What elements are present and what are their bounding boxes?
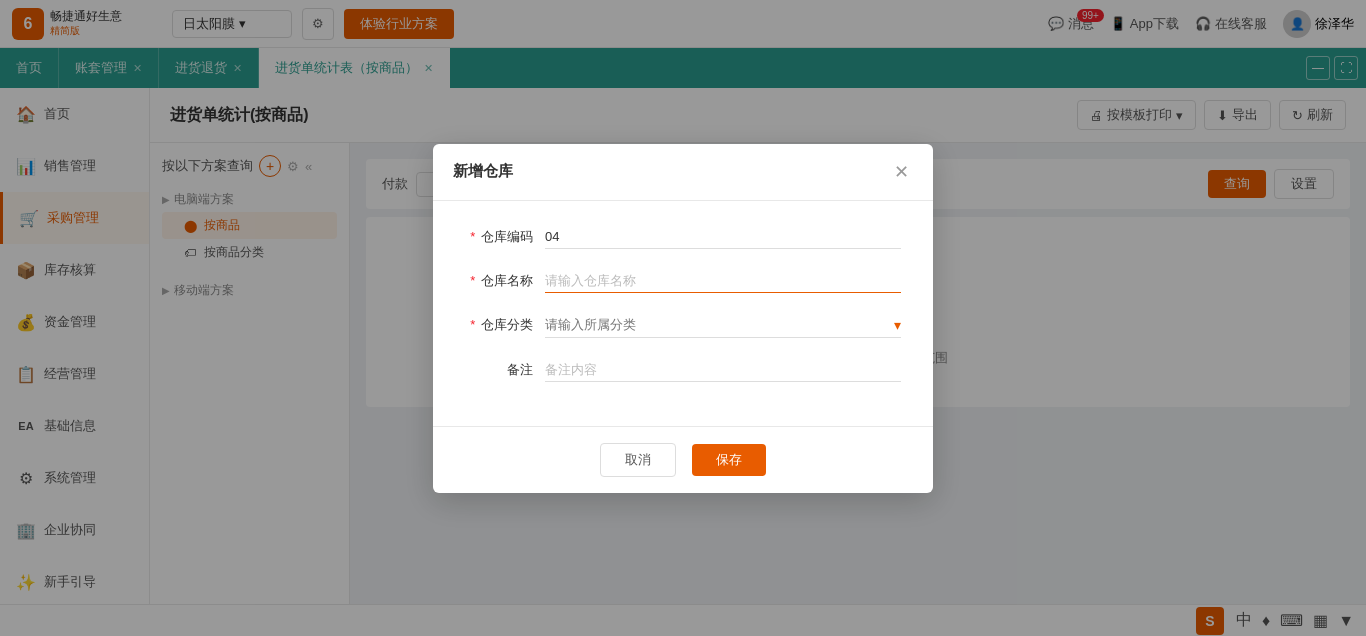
modal-close-button[interactable]: ✕ — [889, 160, 913, 184]
category-label: * 仓库分类 — [465, 316, 545, 334]
modal-body: * 仓库编码 * 仓库名称 * 仓库分类 ▾ — [433, 201, 933, 426]
code-input[interactable] — [545, 225, 901, 249]
code-label: * 仓库编码 — [465, 228, 545, 246]
name-input[interactable] — [545, 269, 901, 293]
form-row-code: * 仓库编码 — [465, 225, 901, 249]
form-row-name: * 仓库名称 — [465, 269, 901, 293]
modal-footer: 取消 保存 — [433, 426, 933, 493]
category-select[interactable]: ▾ — [545, 313, 901, 338]
form-row-category: * 仓库分类 ▾ — [465, 313, 901, 338]
note-label: 备注 — [465, 361, 545, 379]
cancel-button[interactable]: 取消 — [600, 443, 676, 477]
category-input[interactable] — [545, 317, 894, 332]
add-warehouse-modal: 新增仓库 ✕ * 仓库编码 * 仓库名称 * — [433, 144, 933, 493]
modal-overlay: 新增仓库 ✕ * 仓库编码 * 仓库名称 * — [0, 0, 1366, 636]
modal-header: 新增仓库 ✕ — [433, 144, 933, 201]
category-chevron-icon[interactable]: ▾ — [894, 317, 901, 333]
form-row-note: 备注 — [465, 358, 901, 382]
name-label: * 仓库名称 — [465, 272, 545, 290]
save-button[interactable]: 保存 — [692, 444, 766, 476]
note-input[interactable] — [545, 358, 901, 382]
modal-title: 新增仓库 — [453, 162, 513, 181]
